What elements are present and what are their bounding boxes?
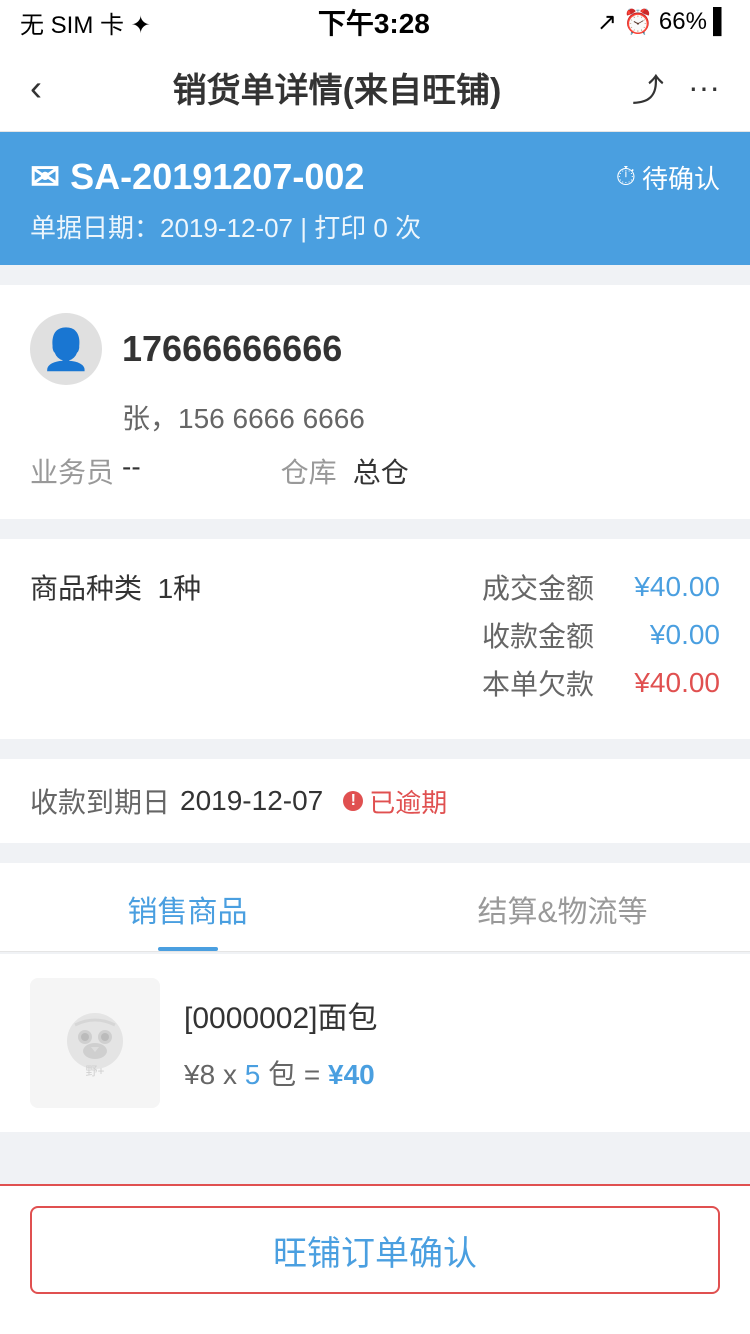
product-total: ¥40 xyxy=(328,1059,375,1090)
salesperson-value: -- xyxy=(122,451,141,491)
owed-value: ¥40.00 xyxy=(610,667,720,699)
due-date-label: 收款到期日 xyxy=(30,781,170,821)
equals-symbol: = xyxy=(304,1059,328,1090)
nav-bar: ‹ 销货单详情(来自旺铺) ⤴ ··· xyxy=(0,44,750,132)
product-price-row: ¥8 x 5 包 = ¥40 xyxy=(184,1053,720,1093)
status-time: 下午3:28 xyxy=(318,2,430,42)
amount-row-deal: 成交金额 ¥40.00 xyxy=(482,567,720,607)
product-thumbnail: 野+ xyxy=(55,1003,135,1083)
amount-row-received: 收款金额 ¥0.00 xyxy=(482,615,720,655)
order-header-card: ✉ SA-20191207-002 ⏱ 待确认 单据日期：2019-12-07 … xyxy=(0,132,750,265)
more-button[interactable]: ··· xyxy=(688,69,720,106)
summary-card: 商品种类 1种 成交金额 ¥40.00 收款金额 ¥0.00 本单欠款 ¥40.… xyxy=(0,539,750,739)
product-image: 野+ xyxy=(30,978,160,1108)
order-meta: 单据日期：2019-12-07 | 打印 0 次 xyxy=(30,208,720,245)
salesperson-info: 业务员 -- xyxy=(30,451,141,491)
deal-amount-value: ¥40.00 xyxy=(610,571,720,603)
order-id: ✉ SA-20191207-002 xyxy=(30,156,364,198)
due-date-value: 2019-12-07 xyxy=(180,785,323,817)
status-left: 无 SIM 卡 ✦ xyxy=(20,5,151,40)
bottom-bar: 旺铺订单确认 xyxy=(0,1184,750,1334)
customer-name: 张，156 6666 6666 xyxy=(122,397,720,437)
product-types-label: 商品种类 xyxy=(30,573,142,604)
order-status: ⏱ 待确认 xyxy=(616,159,720,196)
confirm-order-button[interactable]: 旺铺订单确认 xyxy=(30,1206,720,1294)
product-qty: 5 xyxy=(245,1059,268,1090)
product-name: [0000002]面包 xyxy=(184,993,720,1037)
battery-label: 66% xyxy=(659,8,707,36)
warehouse-info: 仓库 总仓 xyxy=(281,451,409,491)
page-title: 销货单详情(来自旺铺) xyxy=(173,63,502,112)
customer-phone: 17666666666 xyxy=(122,328,342,370)
overdue-badge: ! 已逾期 xyxy=(343,783,447,820)
due-date-card: 收款到期日 2019-12-07 ! 已逾期 xyxy=(0,759,750,843)
nav-actions: ⤴ ··· xyxy=(632,65,720,111)
product-types-value: 1种 xyxy=(158,573,202,604)
order-icon: ✉ xyxy=(30,156,60,198)
status-bar: 无 SIM 卡 ✦ 下午3:28 ↗ ⏰ 66% ▌ xyxy=(0,0,750,44)
status-right: ↗ ⏰ 66% ▌ xyxy=(597,8,730,37)
svg-text:野+: 野+ xyxy=(85,1064,104,1078)
status-clock-icon: ⏱ xyxy=(616,161,636,193)
avatar-icon: 👤 xyxy=(41,326,91,373)
unit-label: 包 xyxy=(268,1059,296,1090)
received-value: ¥0.00 xyxy=(610,619,720,651)
customer-info: 业务员 -- 仓库 总仓 xyxy=(30,451,720,491)
tab-sales-products[interactable]: 销售商品 xyxy=(0,863,375,951)
sim-label: 无 SIM 卡 ✦ xyxy=(20,5,151,40)
tab-settlement-logistics[interactable]: 结算&物流等 xyxy=(375,863,750,951)
customer-card: 👤 17666666666 张，156 6666 6666 业务员 -- 仓库 … xyxy=(0,285,750,519)
received-label: 收款金额 xyxy=(482,615,594,655)
tabs-bar: 销售商品 结算&物流等 xyxy=(0,863,750,952)
amount-row-owed: 本单欠款 ¥40.00 xyxy=(482,663,720,703)
back-button[interactable]: ‹ xyxy=(30,67,42,109)
avatar: 👤 xyxy=(30,313,102,385)
salesperson-label: 业务员 xyxy=(30,451,114,491)
product-list: 野+ [0000002]面包 ¥8 x 5 包 = ¥40 xyxy=(0,954,750,1132)
alarm-icon: ⏰ xyxy=(623,8,653,37)
product-count: 商品种类 1种 xyxy=(30,567,201,607)
share-button[interactable]: ⤴ xyxy=(632,65,664,111)
unit-price: ¥8 xyxy=(184,1059,215,1090)
location-icon: ↗ xyxy=(597,8,617,37)
multiply-symbol: x xyxy=(223,1059,245,1090)
deal-amount-label: 成交金额 xyxy=(482,567,594,607)
overdue-dot-icon: ! xyxy=(343,791,363,811)
product-item: 野+ [0000002]面包 ¥8 x 5 包 = ¥40 xyxy=(0,954,750,1132)
battery-icon: ▌ xyxy=(713,8,730,36)
warehouse-label: 仓库 xyxy=(281,451,337,491)
product-info: [0000002]面包 ¥8 x 5 包 = ¥40 xyxy=(184,993,720,1093)
owed-label: 本单欠款 xyxy=(482,663,594,703)
warehouse-value: 总仓 xyxy=(353,451,409,491)
overdue-text: 已逾期 xyxy=(369,783,447,820)
amount-list: 成交金额 ¥40.00 收款金额 ¥0.00 本单欠款 ¥40.00 xyxy=(482,567,720,711)
